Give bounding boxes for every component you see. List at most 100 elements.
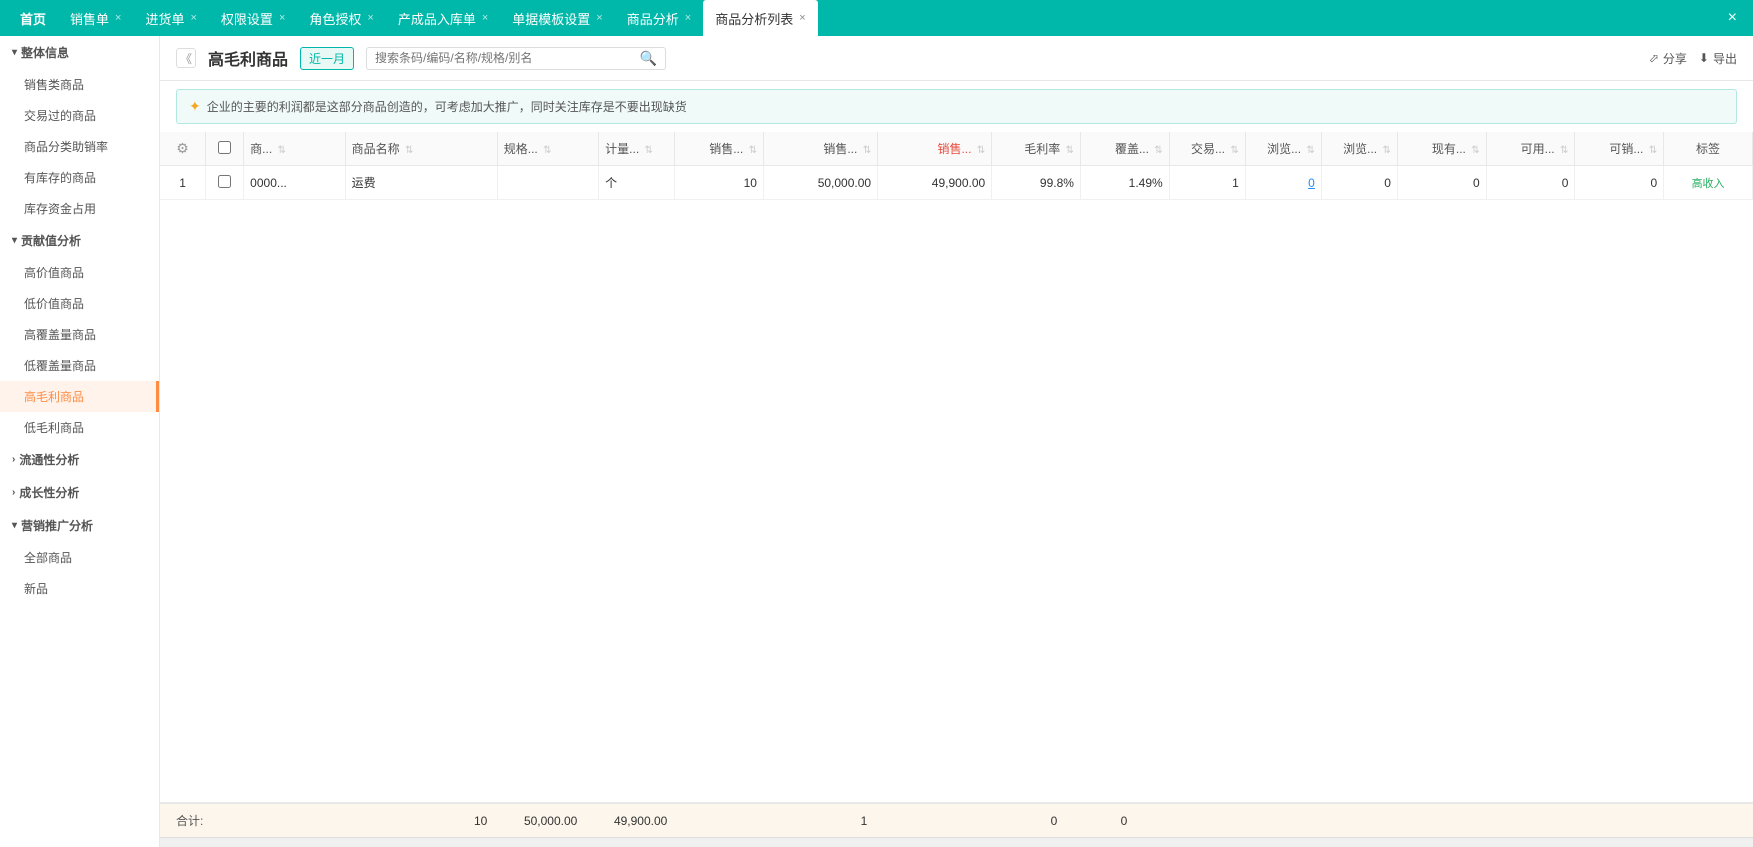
nav-tab-analysis[interactable]: 商品分析 × <box>615 0 703 36</box>
export-icon: ⬇ <box>1699 51 1709 65</box>
time-filter-button[interactable]: 近一月 <box>300 47 354 70</box>
total-sales-cost: 49,900.00 <box>583 814 673 828</box>
th-current-stock[interactable]: 现有... ⇅ <box>1397 132 1486 166</box>
close-analysis-list-tab[interactable]: × <box>799 12 805 24</box>
close-role-tab[interactable]: × <box>367 12 373 24</box>
horizontal-scrollbar[interactable] <box>160 837 1753 847</box>
row-checkbox[interactable] <box>218 175 231 188</box>
cell-spec <box>497 166 598 200</box>
cell-unit: 个 <box>599 166 675 200</box>
th-gross-rate[interactable]: 毛利率 ⇅ <box>992 132 1081 166</box>
share-button[interactable]: ⬀ 分享 <box>1649 50 1687 67</box>
total-sales-qty: 10 <box>423 814 493 828</box>
th-sales-amount[interactable]: 销售... ⇅ <box>763 132 877 166</box>
sidebar-item-all-goods[interactable]: 全部商品 <box>0 542 159 573</box>
cell-tag: 高收入 <box>1664 166 1753 200</box>
sidebar-item-low-margin[interactable]: 低毛利商品 <box>0 412 159 443</box>
sidebar-item-low-value[interactable]: 低价值商品 <box>0 288 159 319</box>
total-label: 合计: <box>176 812 203 829</box>
chevron-right-icon: › <box>12 454 15 465</box>
sort-icon: ⇅ <box>1306 145 1314 156</box>
sidebar-item-high-margin[interactable]: 高毛利商品 <box>0 381 159 412</box>
close-permission-tab[interactable]: × <box>279 12 285 24</box>
th-code[interactable]: 商... ⇅ <box>244 132 345 166</box>
content-header: 《 高毛利商品 近一月 🔍 ⬀ 分享 ⬇ 导出 <box>160 36 1753 81</box>
sidebar-collapse-button[interactable]: 《 <box>176 48 196 68</box>
sidebar-item-stock-fund[interactable]: 库存资金占用 <box>0 193 159 224</box>
total-cells: 10 50,000.00 49,900.00 1 0 0 <box>223 814 1737 828</box>
sidebar-item-low-coverage[interactable]: 低覆盖量商品 <box>0 350 159 381</box>
nav-tab-sales[interactable]: 销售单 × <box>58 0 133 36</box>
th-browse1[interactable]: 浏览... ⇅ <box>1245 132 1321 166</box>
table-row: 1 0000... 运费 个 10 50,000.00 49,900.00 99… <box>160 166 1753 200</box>
th-unit[interactable]: 计量... ⇅ <box>599 132 675 166</box>
sidebar-item-traded-goods[interactable]: 交易过的商品 <box>0 100 159 131</box>
sort-icon: ⇅ <box>1560 145 1568 156</box>
share-icon: ⬀ <box>1649 51 1659 65</box>
sidebar-group-marketing[interactable]: ▾ 营销推广分析 <box>0 509 159 542</box>
th-saleable[interactable]: 可销... ⇅ <box>1575 132 1664 166</box>
top-navigation: 首页 销售单 × 进货单 × 权限设置 × 角色授权 × 产成品入库单 × 单据… <box>0 0 1753 36</box>
sort-icon: ⇅ <box>977 145 985 156</box>
th-browse2[interactable]: 浏览... ⇅ <box>1321 132 1397 166</box>
sort-icon: ⇅ <box>645 145 653 156</box>
sort-icon: ⇅ <box>863 145 871 156</box>
nav-tab-home[interactable]: 首页 <box>8 0 58 36</box>
sort-icon: ⇅ <box>543 145 551 156</box>
sidebar-group-growth[interactable]: › 成长性分析 <box>0 476 159 509</box>
select-all-checkbox[interactable] <box>218 141 231 154</box>
cell-code: 0000... <box>244 166 345 200</box>
sidebar-group-liquidity[interactable]: › 流通性分析 <box>0 443 159 476</box>
nav-tab-purchase[interactable]: 进货单 × <box>133 0 208 36</box>
total-saleable: 0 <box>1063 814 1133 828</box>
header-actions: ⬀ 分享 ⬇ 导出 <box>1649 50 1737 67</box>
nav-tab-template[interactable]: 单据模板设置 × <box>500 0 614 36</box>
sidebar-item-category-rate[interactable]: 商品分类助销率 <box>0 131 159 162</box>
search-box: 🔍 <box>366 47 666 70</box>
close-analysis-tab[interactable]: × <box>685 12 691 24</box>
nav-tab-product-in[interactable]: 产成品入库单 × <box>386 0 500 36</box>
sort-icon: ⇅ <box>1471 145 1479 156</box>
cell-available-stock: 0 <box>1486 166 1575 200</box>
cell-index: 1 <box>160 166 206 200</box>
nav-tab-permission[interactable]: 权限设置 × <box>209 0 297 36</box>
close-purchase-tab[interactable]: × <box>190 12 196 24</box>
data-table-wrapper[interactable]: ⚙ 商... ⇅ 商品名称 ⇅ <box>160 132 1753 802</box>
settings-icon[interactable]: ⚙ <box>176 140 189 156</box>
data-table: ⚙ 商... ⇅ 商品名称 ⇅ <box>160 132 1753 200</box>
th-trade[interactable]: 交易... ⇅ <box>1169 132 1245 166</box>
close-template-tab[interactable]: × <box>596 12 602 24</box>
nav-tab-analysis-list[interactable]: 商品分析列表 × <box>703 0 817 36</box>
th-sales-cost[interactable]: 销售... ⇅ <box>878 132 992 166</box>
th-check[interactable] <box>206 132 244 166</box>
chevron-down-icon: ▾ <box>12 235 17 246</box>
info-banner: ✦ 企业的主要的利润都是这部分商品创造的，可考虑加大推广，同时关注库存是不要出现… <box>176 89 1737 124</box>
cell-browse2: 0 <box>1321 166 1397 200</box>
sidebar-item-high-value[interactable]: 高价值商品 <box>0 257 159 288</box>
chevron-right-icon: › <box>12 487 15 498</box>
sidebar-item-in-stock[interactable]: 有库存的商品 <box>0 162 159 193</box>
content-area: 《 高毛利商品 近一月 🔍 ⬀ 分享 ⬇ 导出 ✦ 企业的主要 <box>160 36 1753 847</box>
nav-tab-role[interactable]: 角色授权 × <box>297 0 385 36</box>
export-button[interactable]: ⬇ 导出 <box>1699 50 1737 67</box>
close-product-in-tab[interactable]: × <box>482 12 488 24</box>
cell-sales-cost: 49,900.00 <box>878 166 992 200</box>
search-input[interactable] <box>375 51 640 65</box>
th-name[interactable]: 商品名称 ⇅ <box>345 132 497 166</box>
sidebar-item-high-coverage[interactable]: 高覆盖量商品 <box>0 319 159 350</box>
sidebar-item-new-goods[interactable]: 新品 <box>0 573 159 604</box>
search-icon[interactable]: 🔍 <box>640 50 657 67</box>
th-available-stock[interactable]: 可用... ⇅ <box>1486 132 1575 166</box>
sidebar-item-sales-goods[interactable]: 销售类商品 <box>0 69 159 100</box>
close-sales-tab[interactable]: × <box>115 12 121 24</box>
th-sales-qty[interactable]: 销售... ⇅ <box>675 132 764 166</box>
sidebar-group-overall[interactable]: ▾ 整体信息 <box>0 36 159 69</box>
cell-browse1[interactable]: 0 <box>1245 166 1321 200</box>
cell-check[interactable] <box>206 166 244 200</box>
th-index: ⚙ <box>160 132 206 166</box>
sidebar-group-contribution[interactable]: ▾ 贡献值分析 <box>0 224 159 257</box>
sort-icon: ⇅ <box>1066 145 1074 156</box>
th-coverage[interactable]: 覆盖... ⇅ <box>1080 132 1169 166</box>
window-close-button[interactable]: × <box>1720 9 1745 27</box>
th-spec[interactable]: 规格... ⇅ <box>497 132 598 166</box>
